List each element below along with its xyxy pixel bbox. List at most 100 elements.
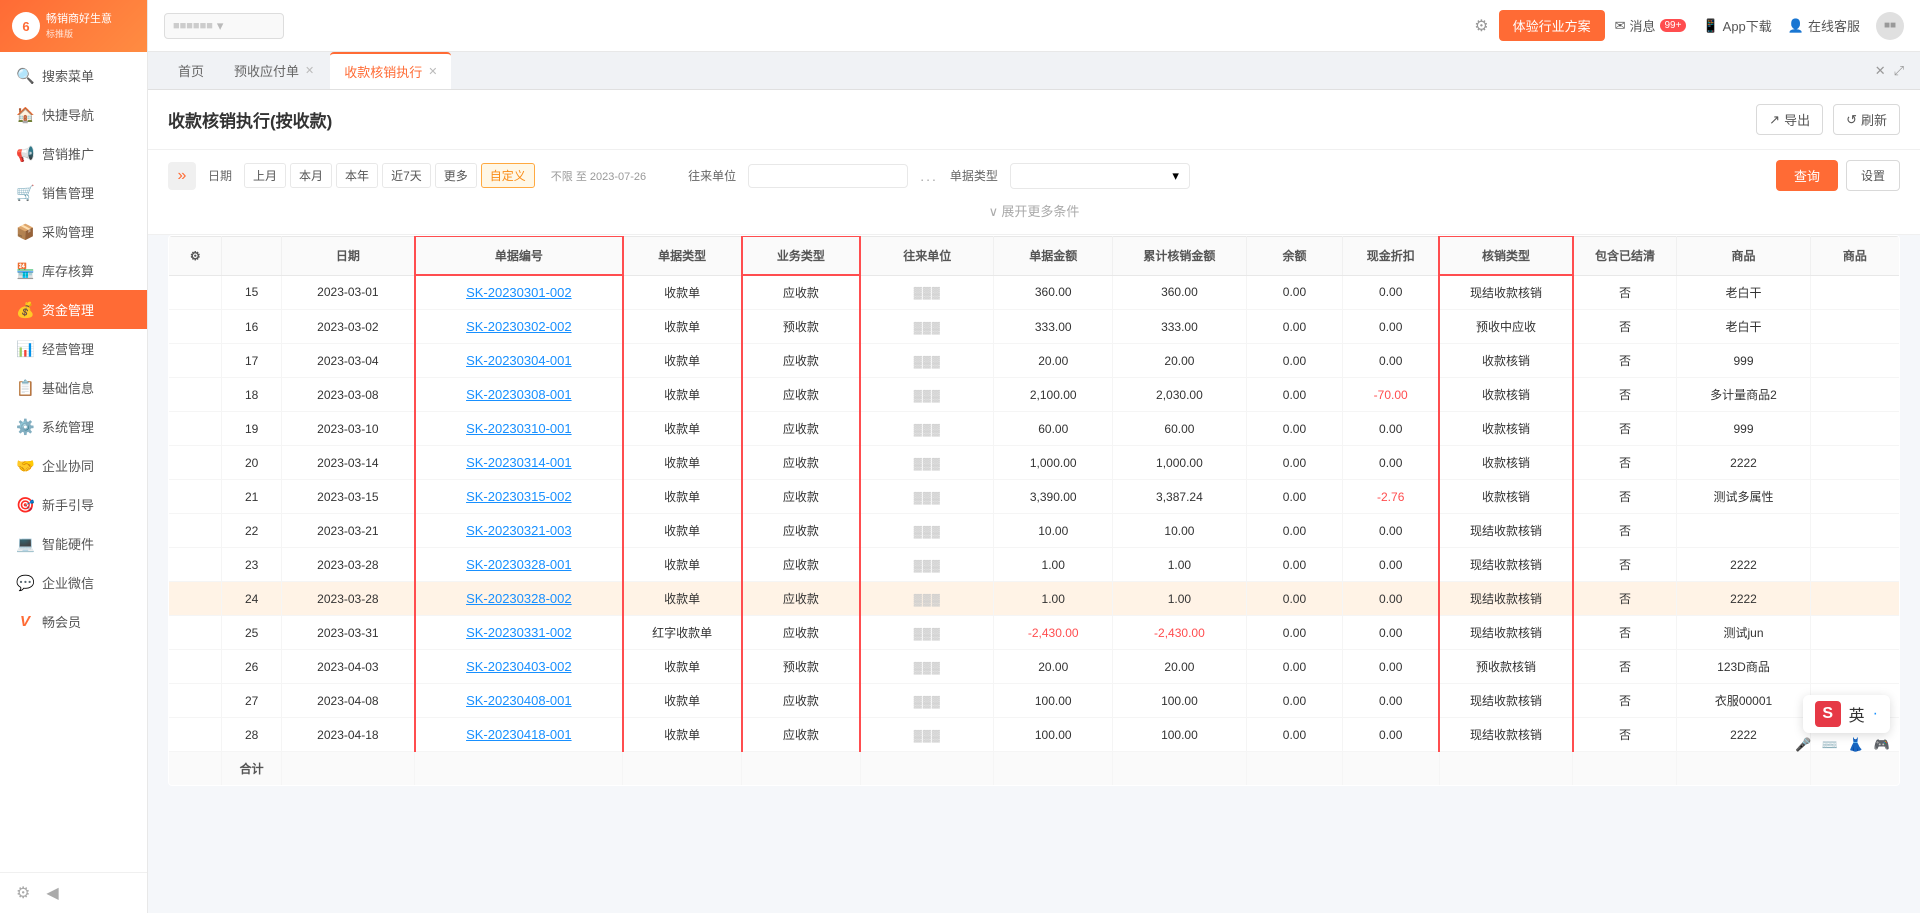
- partner-filter-input[interactable]: [759, 169, 879, 183]
- sidebar-item-corp[interactable]: 🤝 企业协同: [0, 446, 147, 485]
- filter-expand-button[interactable]: »: [168, 162, 196, 190]
- tab-receivable[interactable]: 收款核销执行 ✕: [330, 52, 451, 89]
- td-code[interactable]: SK-20230328-002: [415, 582, 623, 616]
- sidebar-item-basic[interactable]: 📋 基础信息: [0, 368, 147, 407]
- tab-expand-icon[interactable]: ⤢: [1894, 63, 1904, 79]
- sidebar-item-operation[interactable]: 📊 经营管理: [0, 329, 147, 368]
- shirt-icon[interactable]: 👗: [1848, 737, 1864, 753]
- tab-preorder[interactable]: 预收应付单 ✕: [220, 53, 328, 88]
- online-service-button[interactable]: 👤 在线客服: [1788, 16, 1860, 35]
- sidebar-item-hardware[interactable]: 💻 智能硬件: [0, 524, 147, 563]
- date-btn-last-month[interactable]: 上月: [244, 163, 286, 188]
- td-write-off-type: 现结收款核销: [1439, 582, 1573, 616]
- td-code[interactable]: SK-20230310-001: [415, 412, 623, 446]
- solution-button[interactable]: 体验行业方案: [1499, 10, 1605, 41]
- th-settings[interactable]: ⚙: [169, 236, 222, 275]
- tab-close-all-icon[interactable]: ✕: [1875, 63, 1886, 79]
- code-link[interactable]: SK-20230328-001: [466, 557, 572, 572]
- message-button[interactable]: ✉ 消息 99+: [1615, 16, 1687, 35]
- date-btn-this-year[interactable]: 本年: [336, 163, 378, 188]
- code-link[interactable]: SK-20230315-002: [466, 489, 572, 504]
- sidebar-item-shortcut[interactable]: 🏠 快捷导航: [0, 95, 147, 134]
- settings-icon[interactable]: ⚙: [16, 883, 30, 903]
- system-icon: ⚙️: [16, 418, 34, 436]
- bill-type-select[interactable]: ▾: [1010, 163, 1190, 189]
- code-link[interactable]: SK-20230418-001: [466, 727, 572, 742]
- app-download-button[interactable]: 📱 App下载: [1702, 16, 1771, 35]
- th-code[interactable]: 单据编号: [415, 236, 623, 275]
- code-link[interactable]: SK-20230302-002: [466, 319, 572, 334]
- tab-preorder-close[interactable]: ✕: [305, 64, 314, 77]
- date-btn-this-month[interactable]: 本月: [290, 163, 332, 188]
- td-code[interactable]: SK-20230308-001: [415, 378, 623, 412]
- td-goods2: [1810, 582, 1899, 616]
- code-link[interactable]: SK-20230310-001: [466, 421, 572, 436]
- sidebar-item-marketing[interactable]: 📢 营销推广: [0, 134, 147, 173]
- th-included: 包含已结清: [1573, 236, 1677, 275]
- sidebar-item-search[interactable]: 🔍 搜索菜单: [0, 56, 147, 95]
- settings-button[interactable]: 设置: [1846, 160, 1900, 191]
- collapse-icon[interactable]: ◀: [46, 883, 58, 903]
- td-balance: 0.00: [1246, 548, 1342, 582]
- th-biz-type[interactable]: 业务类型: [742, 236, 861, 275]
- td-bill-type: 收款单: [623, 412, 742, 446]
- sidebar-item-purchase[interactable]: 📦 采购管理: [0, 212, 147, 251]
- th-write-off-type[interactable]: 核销类型: [1439, 236, 1573, 275]
- expand-more-row[interactable]: ∨ 展开更多条件: [168, 197, 1900, 224]
- td-code[interactable]: SK-20230302-002: [415, 310, 623, 344]
- td-code[interactable]: SK-20230408-001: [415, 684, 623, 718]
- td-code[interactable]: SK-20230331-002: [415, 616, 623, 650]
- code-link[interactable]: SK-20230408-001: [466, 693, 572, 708]
- td-code[interactable]: SK-20230304-001: [415, 344, 623, 378]
- td-settings: [169, 718, 222, 752]
- td-settings: [169, 344, 222, 378]
- tab-home[interactable]: 首页: [164, 53, 218, 88]
- td-no: 20: [222, 446, 281, 480]
- gear-icon[interactable]: ⚙: [1474, 16, 1488, 36]
- date-btn-custom[interactable]: 自定义: [481, 163, 535, 188]
- data-table: ⚙ 日期 单据编号 单据类型 业务类型 往来单位 单据金额 累计核销金额 余额 …: [168, 235, 1900, 786]
- code-link[interactable]: SK-20230328-002: [466, 591, 572, 606]
- sidebar-item-guide[interactable]: 🎯 新手引导: [0, 485, 147, 524]
- td-code[interactable]: SK-20230403-002: [415, 650, 623, 684]
- query-button[interactable]: 查询: [1776, 160, 1838, 191]
- table-row: 272023-04-08SK-20230408-001收款单应收款▓▓▓100.…: [169, 684, 1900, 718]
- footer-cell: [623, 752, 742, 786]
- mic-icon[interactable]: 🎤: [1795, 737, 1811, 753]
- tab-receivable-close[interactable]: ✕: [428, 65, 437, 78]
- td-code[interactable]: SK-20230321-003: [415, 514, 623, 548]
- operation-icon: 📊: [16, 340, 34, 358]
- code-link[interactable]: SK-20230304-001: [466, 353, 572, 368]
- sidebar-item-member[interactable]: V 畅会员: [0, 602, 147, 641]
- sidebar-item-inventory[interactable]: 🏪 库存核算: [0, 251, 147, 290]
- code-link[interactable]: SK-20230403-002: [466, 659, 572, 674]
- topbar-select[interactable]: ■■■■■■ ▾: [164, 13, 284, 39]
- refresh-icon: ↺: [1846, 112, 1857, 128]
- td-no: 21: [222, 480, 281, 514]
- keyboard-icon[interactable]: ⌨️: [1821, 737, 1837, 753]
- td-settings: [169, 616, 222, 650]
- date-btn-7days[interactable]: 近7天: [382, 163, 431, 188]
- sidebar-item-sales[interactable]: 🛒 销售管理: [0, 173, 147, 212]
- export-button[interactable]: ↗ 导出: [1756, 104, 1823, 135]
- code-link[interactable]: SK-20230331-002: [466, 625, 572, 640]
- dropdown-arrow: ▾: [217, 18, 224, 34]
- td-code[interactable]: SK-20230418-001: [415, 718, 623, 752]
- code-link[interactable]: SK-20230308-001: [466, 387, 572, 402]
- table-row: 282023-04-18SK-20230418-001收款单应收款▓▓▓100.…: [169, 718, 1900, 752]
- game-icon[interactable]: 🎮: [1874, 737, 1890, 753]
- code-link[interactable]: SK-20230314-001: [466, 455, 572, 470]
- td-code[interactable]: SK-20230315-002: [415, 480, 623, 514]
- code-link[interactable]: SK-20230321-003: [466, 523, 572, 538]
- td-code[interactable]: SK-20230301-002: [415, 275, 623, 310]
- date-btn-more[interactable]: 更多: [435, 163, 477, 188]
- sidebar-item-finance[interactable]: 💰 资金管理: [0, 290, 147, 329]
- td-code[interactable]: SK-20230328-001: [415, 548, 623, 582]
- code-link[interactable]: SK-20230301-002: [466, 285, 572, 300]
- sidebar-item-wechat[interactable]: 💬 企业微信: [0, 563, 147, 602]
- td-goods1: 2222: [1677, 446, 1811, 480]
- user-avatar[interactable]: ■■: [1876, 12, 1904, 40]
- sidebar-item-system[interactable]: ⚙️ 系统管理: [0, 407, 147, 446]
- refresh-button[interactable]: ↺ 刷新: [1833, 104, 1900, 135]
- td-code[interactable]: SK-20230314-001: [415, 446, 623, 480]
